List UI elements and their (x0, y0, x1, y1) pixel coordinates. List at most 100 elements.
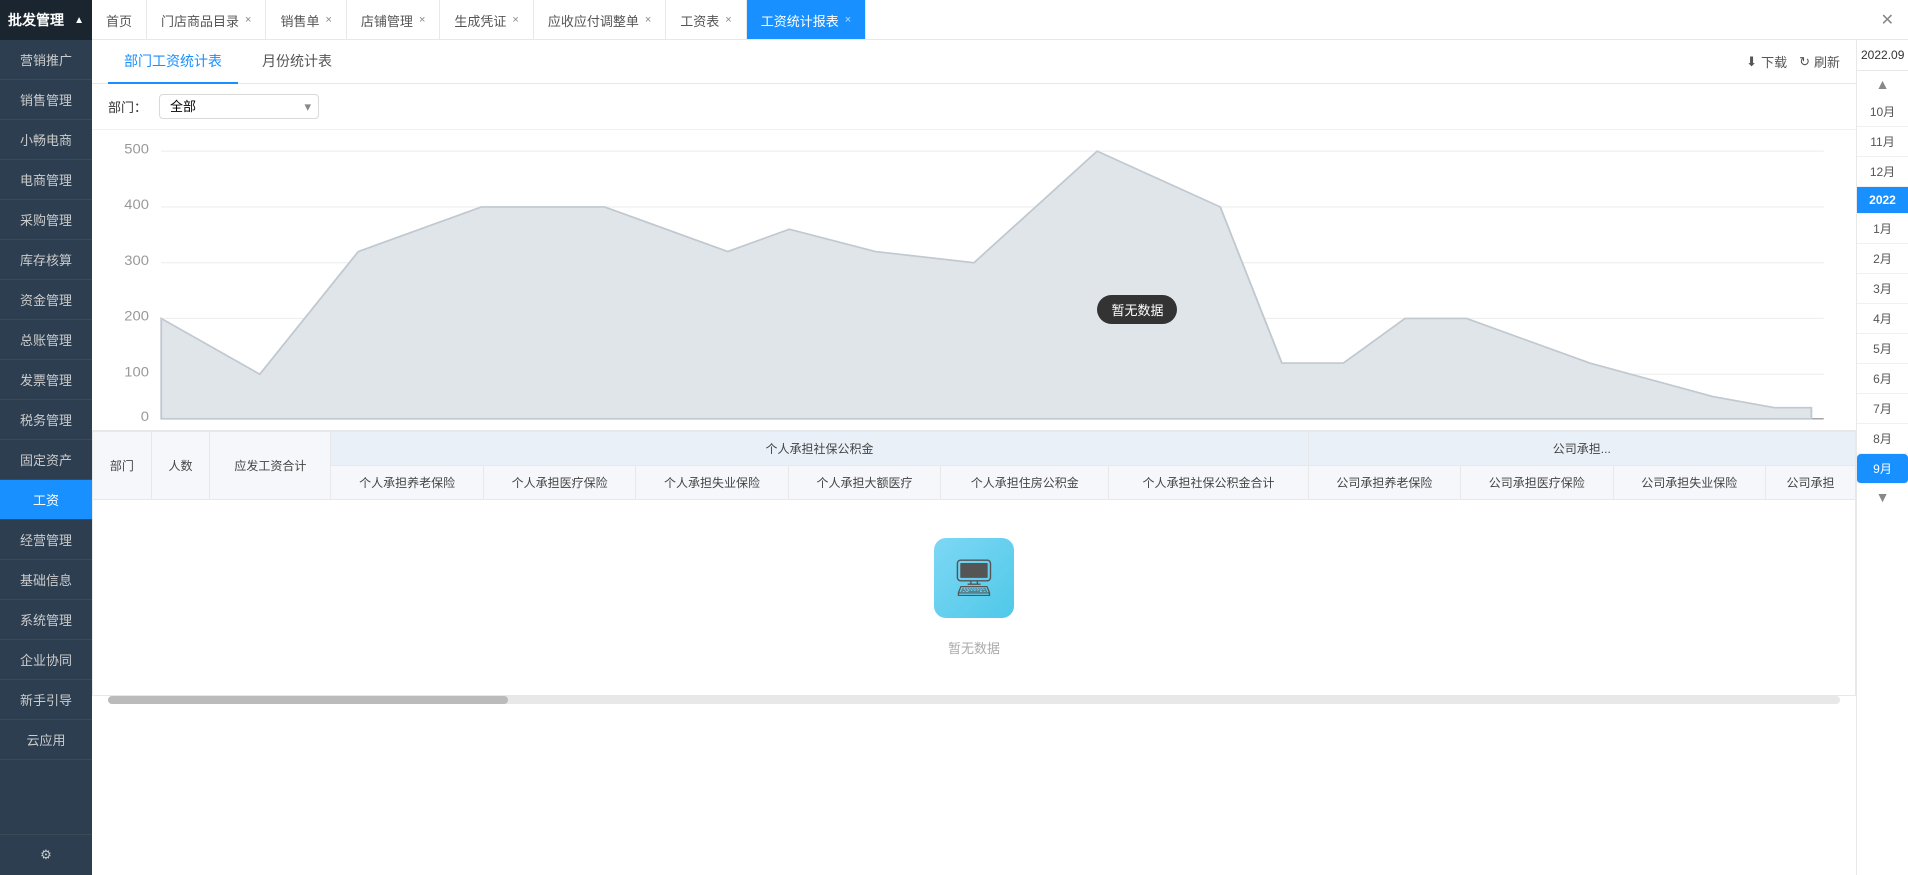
date-header[interactable]: 2022.09 (1857, 40, 1908, 71)
tab-label: 销售单 (280, 11, 319, 30)
th-company-group: 公司承担... (1308, 432, 1855, 466)
sidebar-item-固定资产[interactable]: 固定资产 (0, 440, 92, 480)
filter-row: 部门： 全部 (92, 84, 1856, 130)
empty-row: 暂无数据 (93, 500, 1856, 696)
sidebar-header-label: 批发管理 (8, 10, 64, 30)
tab-label: 首页 (106, 11, 132, 30)
horizontal-scrollbar[interactable] (108, 696, 1840, 704)
sidebar-item-系统管理[interactable]: 系统管理 (0, 600, 92, 640)
date-item-11月[interactable]: 11月 (1857, 127, 1908, 157)
sidebar-item-经营管理[interactable]: 经营管理 (0, 520, 92, 560)
sub-tab-月份统计表[interactable]: 月份统计表 (246, 40, 348, 84)
date-item-4月[interactable]: 4月 (1857, 304, 1908, 334)
sidebar-item-总账管理[interactable]: 总账管理 (0, 320, 92, 360)
tab-工资表[interactable]: 工资表 × (666, 0, 746, 40)
tab-首页[interactable]: 首页 (92, 0, 147, 40)
date-item-10月[interactable]: 10月 (1857, 97, 1908, 127)
content-area: 部门工资统计表月份统计表 ⬇ 下载 ↻ 刷新 部门： 全 (92, 40, 1908, 875)
date-item-12月[interactable]: 12月 (1857, 157, 1908, 187)
sub-tabs-container: 部门工资统计表月份统计表 (108, 40, 356, 83)
tab-close-btn[interactable]: × (645, 14, 651, 26)
sidebar-item-营销推广[interactable]: 营销推广 (0, 40, 92, 80)
date-item-8月[interactable]: 8月 (1857, 424, 1908, 454)
sidebar-item-电商管理[interactable]: 电商管理 (0, 160, 92, 200)
th-company-other: 公司承担 (1765, 466, 1855, 500)
tab-label: 工资表 (680, 11, 719, 30)
settings-icon: ⚙ (40, 847, 52, 862)
sidebar-item-采购管理[interactable]: 采购管理 (0, 200, 92, 240)
sidebar-item-基础信息[interactable]: 基础信息 (0, 560, 92, 600)
scrollbar-thumb[interactable] (108, 696, 508, 704)
date-item-2022[interactable]: 2022 (1857, 187, 1908, 214)
refresh-label: 刷新 (1814, 52, 1840, 71)
sidebar-item-销售管理[interactable]: 销售管理 (0, 80, 92, 120)
download-icon: ⬇ (1746, 54, 1757, 70)
th-personal-total: 个人承担社保公积金合计 (1109, 466, 1308, 500)
sidebar-items: 营销推广销售管理小畅电商电商管理采购管理库存核算资金管理总账管理发票管理税务管理… (0, 40, 92, 760)
sidebar: 批发管理 ▲ 营销推广销售管理小畅电商电商管理采购管理库存核算资金管理总账管理发… (0, 0, 92, 875)
sidebar-item-工资[interactable]: 工资 (0, 480, 92, 520)
tab-close-btn[interactable]: × (512, 14, 518, 26)
th-personal-housing: 个人承担住房公积金 (941, 466, 1109, 500)
sidebar-item-库存核算[interactable]: 库存核算 (0, 240, 92, 280)
th-personal-unemploy: 个人承担失业保险 (636, 466, 788, 500)
tab-close-btn[interactable]: × (419, 14, 425, 26)
date-item-3月[interactable]: 3月 (1857, 274, 1908, 304)
date-item-5月[interactable]: 5月 (1857, 334, 1908, 364)
svg-text:0: 0 (141, 409, 149, 424)
date-nav-up[interactable]: ▲ (1857, 71, 1908, 97)
sidebar-arrow-icon: ▲ (74, 15, 84, 26)
tab-label: 店铺管理 (361, 11, 413, 30)
tab-销售单[interactable]: 销售单 × (266, 0, 346, 40)
date-item-1月[interactable]: 1月 (1857, 214, 1908, 244)
stats-table: 部门 人数 应发工资合计 个人承担社保公积金 公司承担... 个人承担养老保险 … (92, 431, 1856, 696)
sub-tab-部门工资统计表[interactable]: 部门工资统计表 (108, 40, 238, 84)
date-item-7月[interactable]: 7月 (1857, 394, 1908, 424)
tab-label: 工资统计报表 (761, 11, 839, 30)
sidebar-header[interactable]: 批发管理 ▲ (0, 0, 92, 40)
close-all-tabs-button[interactable]: ✕ (1875, 10, 1900, 30)
chart-no-data-tooltip: 暂无数据 (1097, 295, 1177, 324)
tab-店铺管理[interactable]: 店铺管理 × (347, 0, 440, 40)
tab-工资统计报表[interactable]: 工资统计报表 × (747, 0, 866, 40)
date-nav-down[interactable]: ▼ (1857, 484, 1908, 510)
refresh-button[interactable]: ↻ 刷新 (1799, 52, 1840, 71)
sidebar-item-税务管理[interactable]: 税务管理 (0, 400, 92, 440)
date-item-9月[interactable]: 9月 (1857, 454, 1908, 484)
tab-close-btn[interactable]: × (325, 14, 331, 26)
table-wrapper[interactable]: 部门 人数 应发工资合计 个人承担社保公积金 公司承担... 个人承担养老保险 … (92, 430, 1856, 875)
sidebar-item-资金管理[interactable]: 资金管理 (0, 280, 92, 320)
date-item-6月[interactable]: 6月 (1857, 364, 1908, 394)
tab-close-btn[interactable]: × (725, 14, 731, 26)
sidebar-item-云应用[interactable]: 云应用 (0, 720, 92, 760)
th-personal-pension: 个人承担养老保险 (331, 466, 483, 500)
date-nav: ▲ 10月11月12月20221月2月3月4月5月6月7月8月9月 ▼ (1857, 71, 1908, 510)
department-select[interactable]: 全部 (159, 94, 319, 119)
tab-close-btn[interactable]: × (845, 14, 851, 26)
tab-label: 应收应付调整单 (548, 11, 639, 30)
download-label: 下载 (1761, 52, 1787, 71)
chart-area: 500 400 300 200 100 0 (92, 130, 1856, 875)
content-main: 部门工资统计表月份统计表 ⬇ 下载 ↻ 刷新 部门： 全 (92, 40, 1856, 875)
empty-icon (934, 538, 1014, 618)
sub-tab-actions: ⬇ 下载 ↻ 刷新 (1746, 52, 1840, 71)
tab-门店商品目录[interactable]: 门店商品目录× (147, 0, 266, 40)
th-department: 部门 (93, 432, 152, 500)
sidebar-item-小畅电商[interactable]: 小畅电商 (0, 120, 92, 160)
tab-应收应付调整单[interactable]: 应收应付调整单 × (534, 0, 666, 40)
settings-button[interactable]: ⚙ (0, 834, 92, 875)
empty-text: 暂无数据 (948, 638, 1000, 657)
sidebar-item-发票管理[interactable]: 发票管理 (0, 360, 92, 400)
svg-text:400: 400 (124, 197, 149, 212)
th-personal-group: 个人承担社保公积金 (331, 432, 1308, 466)
svg-text:100: 100 (124, 364, 149, 379)
tab-生成凭证[interactable]: 生成凭证 × (440, 0, 533, 40)
download-button[interactable]: ⬇ 下载 (1746, 52, 1787, 71)
main-area: 首页门店商品目录×销售单×店铺管理×生成凭证×应收应付调整单×工资表×工资统计报… (92, 0, 1908, 875)
sidebar-item-新手引导[interactable]: 新手引导 (0, 680, 92, 720)
chart-svg: 500 400 300 200 100 0 (112, 140, 1836, 430)
tab-close-btn[interactable]: × (245, 14, 251, 26)
tab-label: 生成凭证 (454, 11, 506, 30)
sidebar-item-企业协同[interactable]: 企业协同 (0, 640, 92, 680)
date-item-2月[interactable]: 2月 (1857, 244, 1908, 274)
